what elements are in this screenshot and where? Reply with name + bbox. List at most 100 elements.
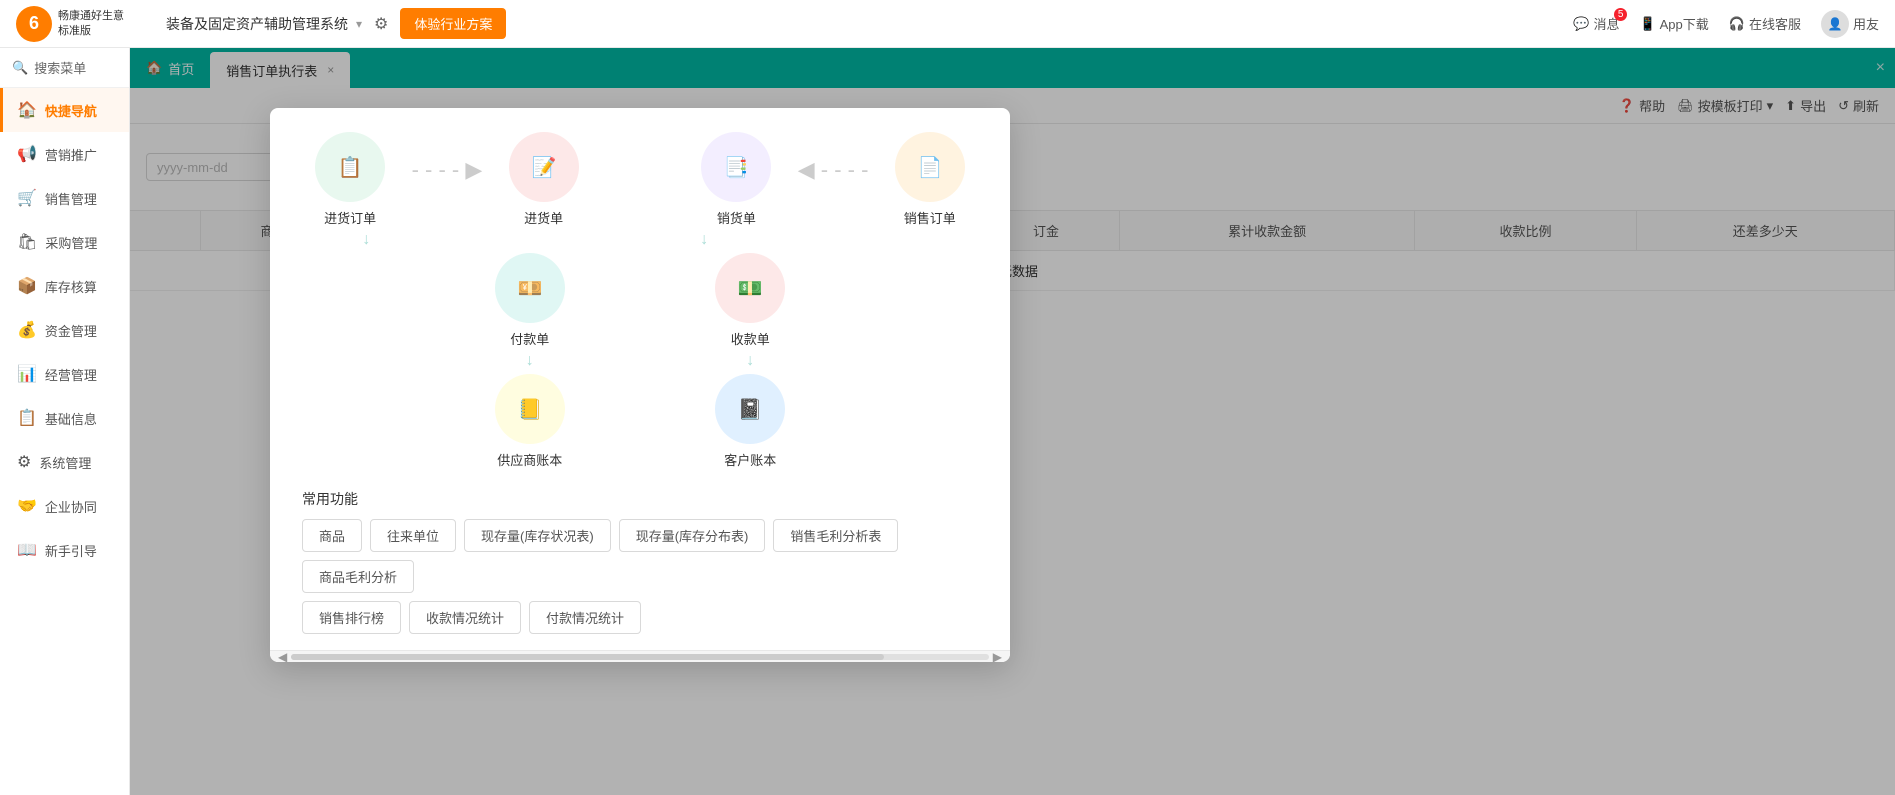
svg-text:📋: 📋 <box>338 155 363 179</box>
down-arrows-row: ↓ ↓ <box>302 231 978 249</box>
supplier-ledger-label: 供应商账本 <box>497 450 562 469</box>
common-functions-title: 常用功能 <box>302 489 978 509</box>
enterprise-icon: 🤝 <box>17 496 37 516</box>
message-badge: 5 <box>1614 8 1628 21</box>
purchase-order-circle: 📋 <box>315 132 385 202</box>
service-icon: 🎧 <box>1729 16 1745 32</box>
func-btn-product-profit[interactable]: 商品毛利分析 <box>302 560 414 593</box>
system-name-label: 装备及固定资产辅助管理系统 <box>166 14 348 34</box>
arrow-down-4: ↓ <box>715 352 785 370</box>
func-btn-receipt-stats[interactable]: 收款情况统计 <box>409 601 521 634</box>
svg-text:📑: 📑 <box>724 155 749 179</box>
online-service-button[interactable]: 🎧 在线客服 <box>1729 14 1801 33</box>
purchase-bill-label: 进货单 <box>524 208 563 227</box>
message-button[interactable]: 💬 消息 5 <box>1573 14 1619 33</box>
system-dropdown-icon[interactable]: ▾ <box>356 17 362 31</box>
sidebar-item-basic-info[interactable]: 📋 基础信息 <box>0 396 129 440</box>
home-icon: 🏠 <box>17 100 37 120</box>
flow-sales-bill[interactable]: 📑 销货单 <box>701 132 771 227</box>
system-icon: ⚙ <box>17 452 31 472</box>
sidebar-item-purchase[interactable]: 🛍 采购管理 <box>0 220 129 264</box>
flow-diagram: 📋 进货订单 - - - - ▶ 📝 <box>302 132 978 469</box>
modal-scrollbar[interactable]: ◀ ▶ <box>270 650 1010 662</box>
flow-modal: 📋 进货订单 - - - - ▶ 📝 <box>270 108 1010 662</box>
sidebar-item-operations[interactable]: 📊 经营管理 <box>0 352 129 396</box>
sidebar-item-inventory[interactable]: 📦 库存核算 <box>0 264 129 308</box>
arrow-down-2: ↓ <box>669 231 739 249</box>
svg-text:💵: 💵 <box>738 278 763 300</box>
sales-bill-circle: 📑 <box>701 132 771 202</box>
down-arrows-row2: ↓ ↓ <box>302 352 978 370</box>
supplier-ledger-circle: 📒 <box>495 374 565 444</box>
sidebar-item-quick-nav[interactable]: 🏠 快捷导航 <box>0 88 129 132</box>
sidebar-item-system[interactable]: ⚙ 系统管理 <box>0 440 129 484</box>
top-right-actions: 💬 消息 5 📱 App下载 🎧 在线客服 👤 用友 <box>1573 10 1879 38</box>
sidebar-item-marketing[interactable]: 📢 营销推广 <box>0 132 129 176</box>
operations-icon: 📊 <box>17 364 37 384</box>
flow-purchase-bill[interactable]: 📝 进货单 <box>509 132 579 227</box>
func-btn-sales-profit[interactable]: 销售毛利分析表 <box>773 519 898 552</box>
guide-icon: 📖 <box>17 540 37 560</box>
common-functions: 常用功能 商品 往来单位 现存量(库存状况表) 现存量(库存分布表) 销售毛利分… <box>302 489 978 634</box>
sidebar-search[interactable]: 🔍 搜索菜单 <box>0 48 129 88</box>
customer-ledger-circle: 📓 <box>715 374 785 444</box>
purchase-bill-circle: 📝 <box>509 132 579 202</box>
sidebar-item-guide[interactable]: 📖 新手引导 <box>0 528 129 572</box>
scrollbar-right-arrow[interactable]: ▶ <box>989 650 1006 663</box>
svg-text:📓: 📓 <box>738 398 763 421</box>
flow-purchase-order[interactable]: 📋 进货订单 <box>315 132 385 227</box>
app-container: 6 畅康通好生意 标准版 装备及固定资产辅助管理系统 ▾ ⚙ 体验行业方案 💬 … <box>0 0 1895 795</box>
flow-receipt-bill[interactable]: 💵 收款单 <box>715 253 785 348</box>
scrollbar-track[interactable] <box>291 654 989 660</box>
scrollbar-left-arrow[interactable]: ◀ <box>274 650 291 663</box>
sales-order-circle: 📄 <box>895 132 965 202</box>
flow-supplier-ledger[interactable]: 📒 供应商账本 <box>495 374 565 469</box>
arrow-down-3: ↓ <box>495 352 565 370</box>
flow-sales-order-node[interactable]: 📄 销售订单 <box>895 132 965 227</box>
customer-ledger-label: 客户账本 <box>724 450 776 469</box>
sidebar: 🔍 搜索菜单 🏠 快捷导航 📢 营销推广 🛒 销售管理 🛍 采购管理 📦 <box>0 48 130 795</box>
func-btn-sales-rank[interactable]: 销售排行榜 <box>302 601 401 634</box>
func-buttons-row2: 销售排行榜 收款情况统计 付款情况统计 <box>302 601 978 634</box>
sidebar-item-finance[interactable]: 💰 资金管理 <box>0 308 129 352</box>
sales-icon: 🛒 <box>17 188 37 208</box>
settings-icon[interactable]: ⚙ <box>374 14 388 34</box>
modal-content: 📋 进货订单 - - - - ▶ 📝 <box>270 108 1010 650</box>
receipt-bill-label: 收款单 <box>731 329 770 348</box>
func-btn-partners[interactable]: 往来单位 <box>370 519 456 552</box>
func-buttons-row1: 商品 往来单位 现存量(库存状况表) 现存量(库存分布表) 销售毛利分析表 商品… <box>302 519 978 593</box>
trial-button[interactable]: 体验行业方案 <box>400 8 506 39</box>
marketing-icon: 📢 <box>17 144 37 164</box>
flow-payment-bill[interactable]: 💴 付款单 <box>495 253 565 348</box>
flow-customer-ledger[interactable]: 📓 客户账本 <box>715 374 785 469</box>
svg-text:📄: 📄 <box>917 155 942 179</box>
svg-text:📒: 📒 <box>517 398 542 421</box>
basic-info-icon: 📋 <box>17 408 37 428</box>
svg-text:💴: 💴 <box>517 278 542 300</box>
sales-order-node-label: 销售订单 <box>904 208 956 227</box>
arrow-left-1: ◀ - - - - <box>798 157 869 183</box>
logo-area: 6 畅康通好生意 标准版 <box>16 6 146 42</box>
app-icon: 📱 <box>1639 16 1655 32</box>
arrow-down-1: ↓ <box>331 231 401 249</box>
func-btn-stock-status[interactable]: 现存量(库存状况表) <box>464 519 611 552</box>
logo-icon: 6 <box>16 6 52 42</box>
flow-row-2: 💴 付款单 💵 收款单 <box>302 253 978 348</box>
func-btn-product[interactable]: 商品 <box>302 519 362 552</box>
main-area: 🔍 搜索菜单 🏠 快捷导航 📢 营销推广 🛒 销售管理 🛍 采购管理 📦 <box>0 48 1895 795</box>
user-avatar: 👤 <box>1821 10 1849 38</box>
message-icon: 💬 <box>1573 16 1589 32</box>
flow-row-3: 📒 供应商账本 📓 客户账本 <box>302 374 978 469</box>
search-icon: 🔍 <box>12 60 28 76</box>
payment-bill-label: 付款单 <box>510 329 549 348</box>
system-title: 装备及固定资产辅助管理系统 ▾ <box>166 14 362 34</box>
content-area: 🏠 首页 销售订单执行表 × × ❓ 帮助 🖨 按模板打印 ▾ <box>130 48 1895 795</box>
func-btn-stock-dist[interactable]: 现存量(库存分布表) <box>619 519 766 552</box>
sidebar-item-sales[interactable]: 🛒 销售管理 <box>0 176 129 220</box>
user-menu-button[interactable]: 👤 用友 <box>1821 10 1879 38</box>
logo-text: 畅康通好生意 标准版 <box>58 9 124 38</box>
app-download-button[interactable]: 📱 App下载 <box>1639 14 1708 33</box>
modal-overlay[interactable]: 📋 进货订单 - - - - ▶ 📝 <box>130 48 1895 795</box>
sidebar-item-enterprise[interactable]: 🤝 企业协同 <box>0 484 129 528</box>
func-btn-payment-stats[interactable]: 付款情况统计 <box>529 601 641 634</box>
